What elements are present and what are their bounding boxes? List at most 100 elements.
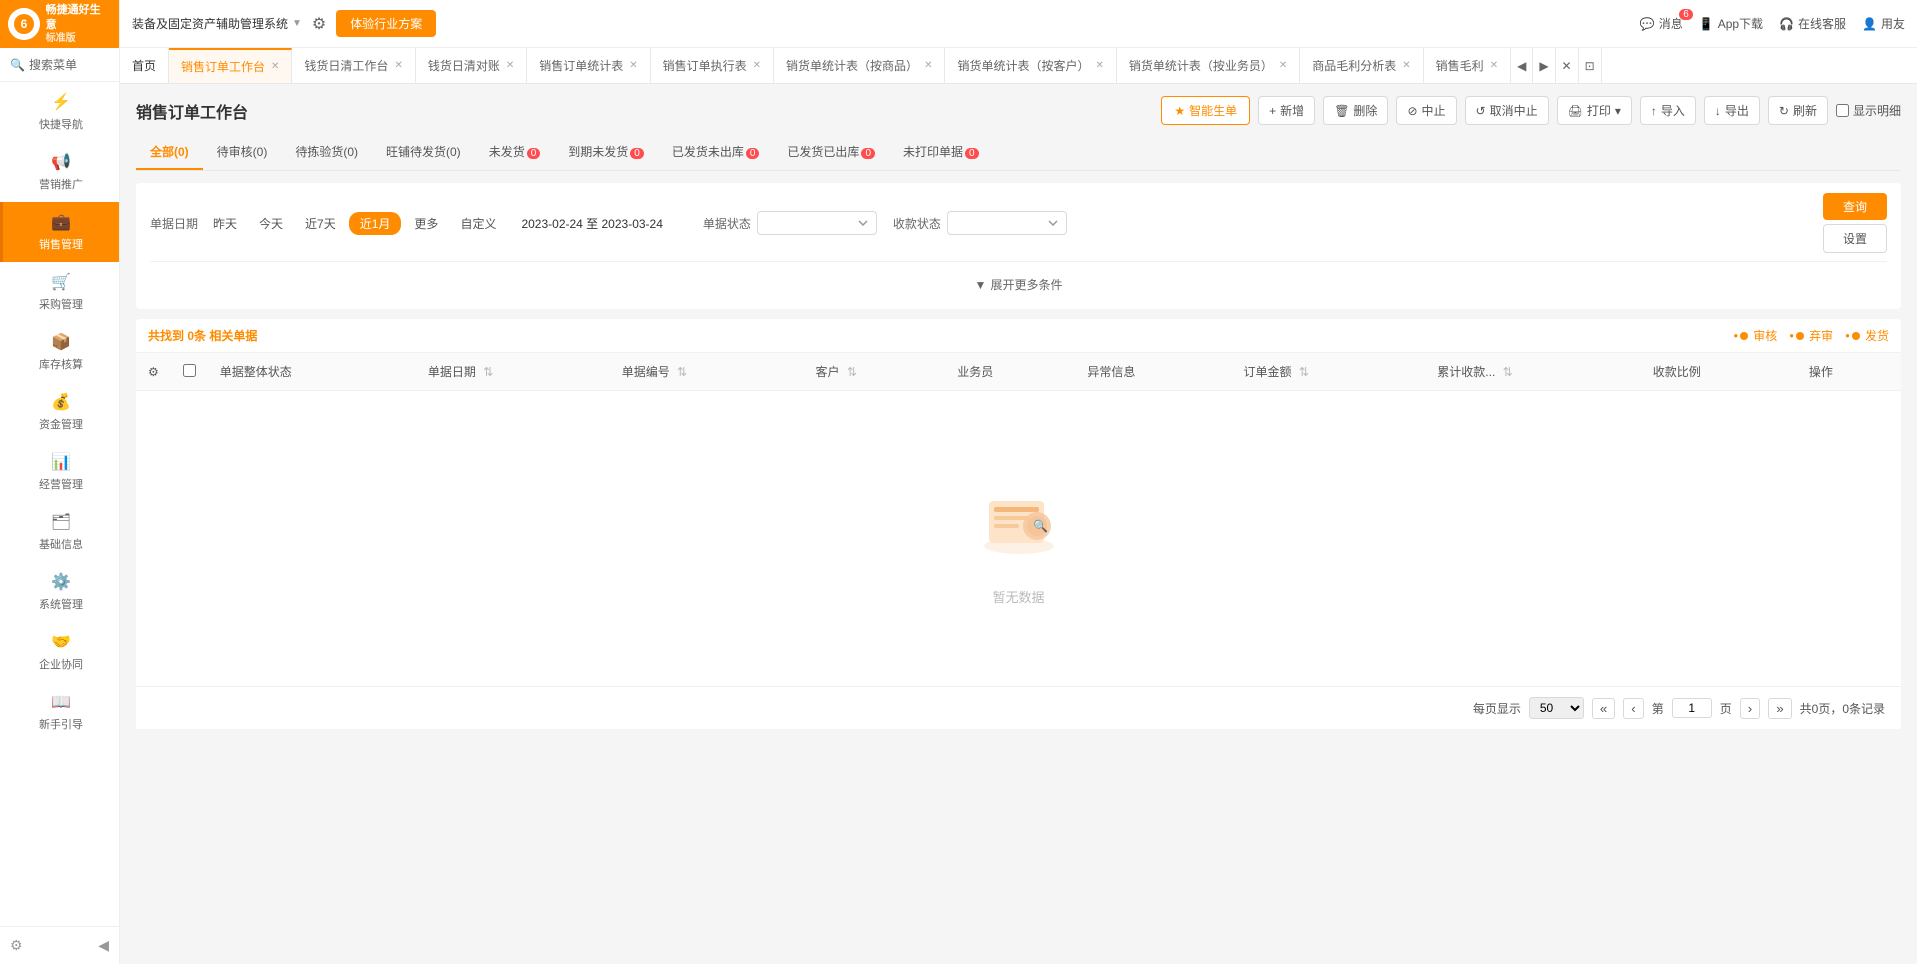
settings-icon[interactable]: ⚙ [148, 365, 159, 379]
sort-number-icon[interactable]: ⇅ [677, 365, 687, 379]
stop-btn[interactable]: ⊘ 中止 [1396, 96, 1456, 125]
date-btn-today[interactable]: 今天 [250, 212, 292, 235]
system-title-dropdown[interactable]: 装备及固定资产辅助管理系统 ▼ [132, 15, 302, 32]
tab-close-sales-gross[interactable]: ✕ [1490, 60, 1498, 71]
sub-tab-wangpu[interactable]: 旺铺待发货(0) [372, 135, 475, 170]
date-btn-more[interactable]: 更多 [405, 212, 447, 235]
tab-close-cash-daily[interactable]: ✕ [394, 60, 402, 71]
tab-close-invoice-by-staff[interactable]: ✕ [1279, 60, 1287, 71]
sidebar-collapse-btn[interactable]: ◀ [98, 937, 109, 954]
tab-close-reconcile[interactable]: ✕ [506, 60, 514, 71]
refresh-btn[interactable]: ↻ 刷新 [1768, 96, 1828, 125]
show-detail-checkbox[interactable] [1836, 104, 1849, 117]
sidebar-item-quick-nav[interactable]: ⚡ 快捷导航 [0, 82, 119, 142]
delete-btn[interactable]: 🗑 删除 [1323, 96, 1388, 125]
select-all-checkbox[interactable] [183, 364, 196, 377]
query-btn[interactable]: 查询 [1823, 193, 1887, 220]
sidebar-item-sales[interactable]: 💼 销售管理 [0, 202, 119, 262]
prev-page-btn[interactable]: ‹ [1623, 698, 1643, 719]
import-btn[interactable]: ↑ 导入 [1640, 96, 1696, 125]
next-page-btn[interactable]: › [1740, 698, 1760, 719]
cancel-approve-btn[interactable]: 弃审 [1789, 327, 1833, 344]
tab-close-sales-order[interactable]: ✕ [271, 61, 279, 72]
date-btn-custom[interactable]: 自定义 [451, 212, 505, 235]
th-settings[interactable]: ⚙ [136, 353, 171, 391]
sidebar-item-operations[interactable]: 📊 经营管理 [0, 442, 119, 502]
sort-customer-icon[interactable]: ⇅ [847, 365, 857, 379]
tab-cash-daily[interactable]: 钱货日清工作台 ✕ [292, 48, 415, 84]
payment-select[interactable] [947, 211, 1067, 235]
print-btn[interactable]: 🖨 打印 ▾ [1557, 96, 1632, 125]
topbar-gear[interactable]: ⚙ [312, 14, 326, 34]
first-page-btn[interactable]: « [1592, 698, 1615, 719]
sub-tab-not-shipped[interactable]: 未发货0 [475, 135, 555, 170]
tab-close-sales-exec[interactable]: ✕ [753, 60, 761, 71]
sidebar-item-guide[interactable]: 📖 新手引导 [0, 682, 119, 742]
tabs-bar: 首页 销售订单工作台 ✕ 钱货日清工作台 ✕ 钱货日清对账 ✕ 销售订单统计表 … [120, 48, 1917, 84]
sidebar-item-system[interactable]: ⚙️ 系统管理 [0, 562, 119, 622]
tabs-scroll-right[interactable]: ▶ [1533, 48, 1555, 84]
sidebar-settings-btn[interactable]: ⚙ [10, 937, 23, 954]
smart-create-btn[interactable]: ★ 智能生单 [1161, 96, 1250, 125]
tab-invoice-by-staff[interactable]: 销货单统计表（按业务员） ✕ [1117, 48, 1300, 84]
industry-plan-btn[interactable]: 体验行业方案 [336, 10, 436, 37]
sidebar-item-purchase[interactable]: 🛒 采购管理 [0, 262, 119, 322]
date-btn-7days[interactable]: 近7天 [296, 212, 345, 235]
sub-tab-shipped-out[interactable]: 已发货已出库0 [773, 135, 889, 170]
tab-close-invoice-by-product[interactable]: ✕ [924, 60, 932, 71]
tabs-scroll-left[interactable]: ◀ [1511, 48, 1533, 84]
user-menu-btn[interactable]: 👤 用友 [1862, 15, 1905, 32]
online-service-btn[interactable]: 🎧 在线客服 [1779, 15, 1846, 32]
date-btn-yesterday[interactable]: 昨天 [204, 212, 246, 235]
tabs-expand[interactable]: ⊡ [1579, 48, 1602, 84]
sub-tab-shipped-not-out[interactable]: 已发货未出库0 [658, 135, 774, 170]
tab-sales-order-workbench[interactable]: 销售订单工作台 ✕ [169, 48, 292, 84]
handshake-icon: 🤝 [51, 632, 71, 652]
tab-invoice-by-customer[interactable]: 销货单统计表（按客户） ✕ [945, 48, 1116, 84]
show-detail-checkbox-label[interactable]: 显示明细 [1836, 102, 1901, 119]
tab-sales-exec[interactable]: 销售订单执行表 ✕ [651, 48, 774, 84]
tab-close-invoice-by-customer[interactable]: ✕ [1095, 60, 1103, 71]
date-btn-1month[interactable]: 近1月 [349, 212, 402, 235]
message-icon-btn[interactable]: 💬 6 消息 [1640, 15, 1683, 32]
export-btn[interactable]: ↓ 导出 [1704, 96, 1760, 125]
app-download-btn[interactable]: 📱 App下载 [1699, 15, 1763, 32]
page-size-select[interactable]: 50 20 100 [1529, 697, 1584, 719]
tab-invoice-by-product[interactable]: 销货单统计表（按商品） ✕ [774, 48, 945, 84]
approve-btn[interactable]: 审核 [1733, 327, 1777, 344]
set-btn[interactable]: 设置 [1823, 224, 1887, 253]
page-number-input[interactable] [1672, 698, 1712, 718]
add-btn[interactable]: + 新增 [1258, 96, 1315, 125]
tab-close-sales-stats[interactable]: ✕ [629, 60, 637, 71]
sidebar-item-basic-info[interactable]: 🗂 基础信息 [0, 502, 119, 562]
sidebar-item-search[interactable]: 🔍 搜索菜单 [0, 48, 119, 82]
sort-cumulative-icon[interactable]: ⇅ [1503, 365, 1513, 379]
tab-sales-gross[interactable]: 销售毛利 ✕ [1424, 48, 1511, 84]
export-icon: ↓ [1715, 104, 1721, 118]
sub-tab-all[interactable]: 全部(0) [136, 135, 203, 170]
tab-gross-margin[interactable]: 商品毛利分析表 ✕ [1300, 48, 1423, 84]
status-select[interactable] [757, 211, 877, 235]
tab-reconcile[interactable]: 钱货日清对账 ✕ [416, 48, 527, 84]
page-label2: 页 [1720, 700, 1732, 717]
sort-amount-icon[interactable]: ⇅ [1299, 365, 1309, 379]
sidebar-item-finance[interactable]: 💰 资金管理 [0, 382, 119, 442]
table-scroll-container[interactable]: ⚙ 单据整体状态 单据日期 ⇅ [136, 353, 1901, 686]
sidebar-item-inventory[interactable]: 📦 库存核算 [0, 322, 119, 382]
expand-filter-btn[interactable]: ▼ 展开更多条件 [150, 270, 1887, 299]
cancel-stop-btn[interactable]: ↺ 取消中止 [1465, 96, 1549, 125]
sidebar-item-enterprise[interactable]: 🤝 企业协同 [0, 622, 119, 682]
th-checkbox[interactable] [171, 353, 208, 391]
last-page-btn[interactable]: » [1768, 698, 1791, 719]
sort-date-icon[interactable]: ⇅ [483, 365, 493, 379]
sidebar-item-marketing[interactable]: 📢 营销推广 [0, 142, 119, 202]
tab-home[interactable]: 首页 [120, 48, 169, 84]
sub-tab-overdue-not-shipped[interactable]: 到期未发货0 [554, 135, 658, 170]
tab-sales-stats[interactable]: 销售订单统计表 ✕ [527, 48, 650, 84]
tabs-close-all[interactable]: ✕ [1556, 48, 1579, 84]
sub-tab-pending-approve[interactable]: 待审核(0) [203, 135, 282, 170]
sub-tab-not-printed[interactable]: 未打印单据0 [889, 135, 993, 170]
tab-close-gross-margin[interactable]: ✕ [1402, 60, 1410, 71]
ship-btn[interactable]: 发货 [1845, 327, 1889, 344]
sub-tab-pending-check[interactable]: 待拣验货(0) [281, 135, 372, 170]
